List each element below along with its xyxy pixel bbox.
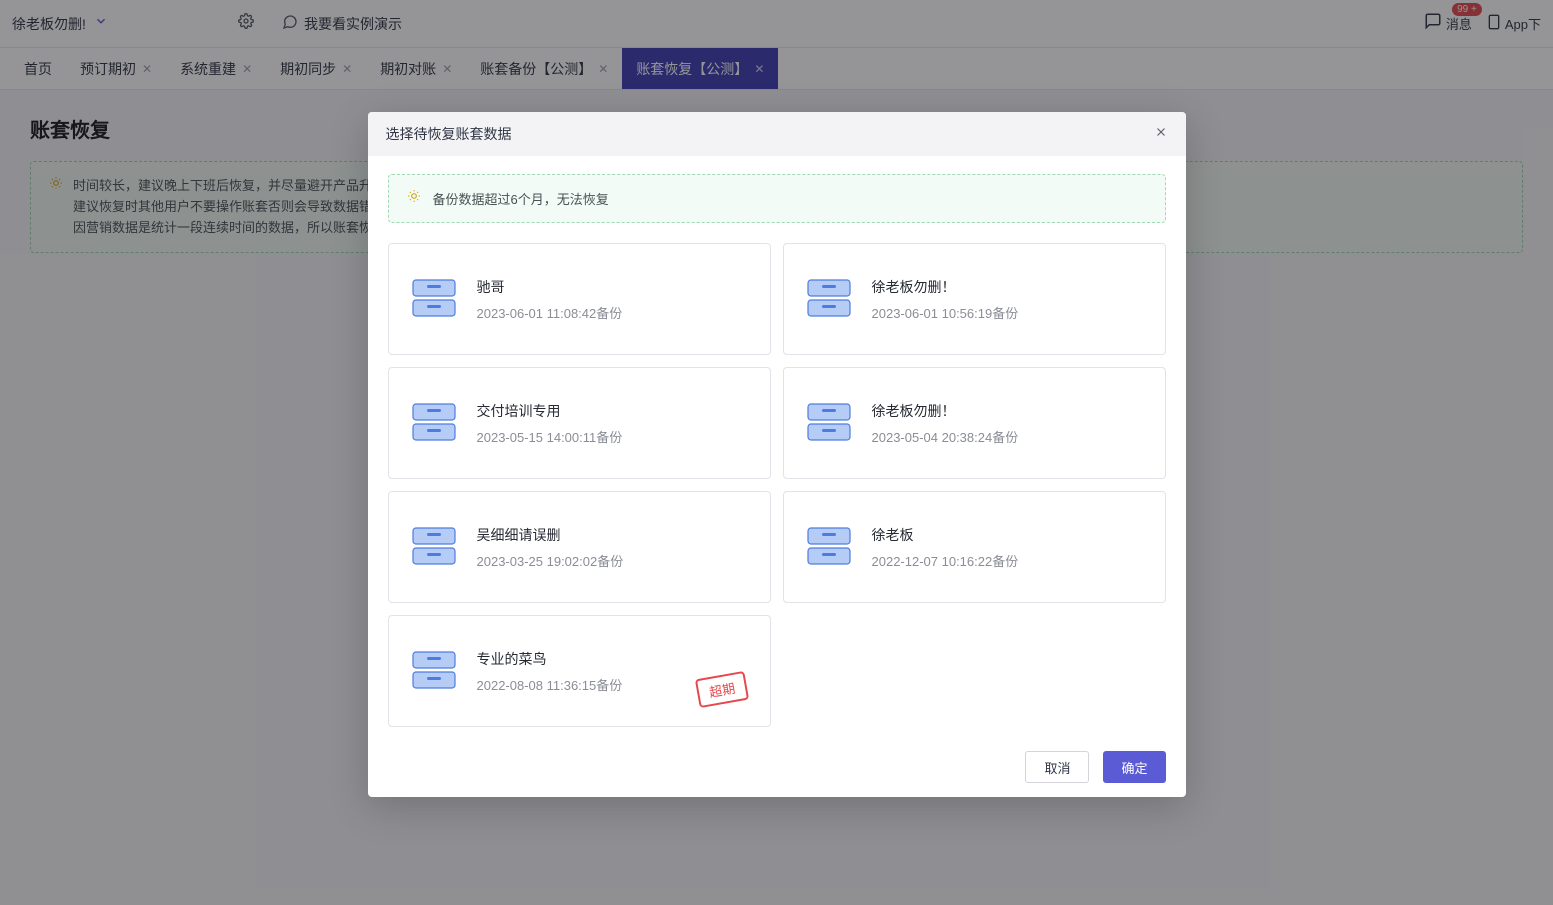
close-icon[interactable]	[1154, 125, 1168, 144]
backup-name: 驰哥	[477, 277, 623, 297]
restore-modal: 选择待恢复账套数据 备份数据超过6个月，无法恢复 驰哥 2023-06-01 11…	[368, 112, 1186, 797]
modal-header: 选择待恢复账套数据	[368, 112, 1186, 156]
modal-body: 备份数据超过6个月，无法恢复 驰哥2023-06-01 11:08:42备份徐老…	[368, 156, 1186, 737]
overdue-stamp: 超期	[695, 671, 749, 708]
modal-overlay[interactable]: 选择待恢复账套数据 备份数据超过6个月，无法恢复 驰哥 2023-06-01 11…	[0, 0, 1553, 905]
backup-card[interactable]: 专业的菜鸟 2022-08-08 11:36:15备份 超期	[388, 615, 771, 727]
backup-name: 吴细细请误删	[477, 525, 624, 545]
ok-button[interactable]: 确定	[1103, 751, 1165, 783]
backup-card[interactable]: 交付培训专用 2023-05-15 14:00:11备份	[388, 367, 771, 479]
bulb-icon	[407, 189, 421, 208]
backup-name: 交付培训专用	[477, 401, 623, 421]
backup-name: 徐老板	[872, 525, 1019, 545]
backup-name: 专业的菜鸟	[477, 649, 623, 669]
cancel-button[interactable]: 取消	[1025, 751, 1089, 783]
backup-card[interactable]: 驰哥 2023-06-01 11:08:42备份	[388, 243, 771, 355]
modal-title: 选择待恢复账套数据	[386, 124, 512, 144]
backup-time: 2022-12-07 10:16:22备份	[872, 551, 1019, 570]
backup-card[interactable]: 徐老板勿删！ 2023-06-01 10:56:19备份	[783, 243, 1166, 355]
backup-cards-grid: 驰哥2023-06-01 11:08:42备份徐老板勿删！2023-06-01 …	[388, 243, 1166, 727]
backup-time: 2023-06-01 10:56:19备份	[872, 303, 1019, 322]
backup-time: 2023-05-04 20:38:24备份	[872, 427, 1019, 446]
backup-time: 2023-03-25 19:02:02备份	[477, 551, 624, 570]
backup-card[interactable]: 徐老板 2022-12-07 10:16:22备份	[783, 491, 1166, 603]
modal-tip-box: 备份数据超过6个月，无法恢复	[388, 174, 1166, 223]
backup-card[interactable]: 吴细细请误删 2023-03-25 19:02:02备份	[388, 491, 771, 603]
backup-name: 徐老板勿删！	[872, 401, 1019, 421]
modal-footer: 取消 确定	[368, 737, 1186, 797]
backup-time: 2023-06-01 11:08:42备份	[477, 303, 623, 322]
modal-tip-text: 备份数据超过6个月，无法恢复	[433, 189, 609, 208]
backup-time: 2022-08-08 11:36:15备份	[477, 675, 623, 694]
backup-card[interactable]: 徐老板勿删！ 2023-05-04 20:38:24备份	[783, 367, 1166, 479]
backup-time: 2023-05-15 14:00:11备份	[477, 427, 623, 446]
backup-name: 徐老板勿删！	[872, 277, 1019, 297]
